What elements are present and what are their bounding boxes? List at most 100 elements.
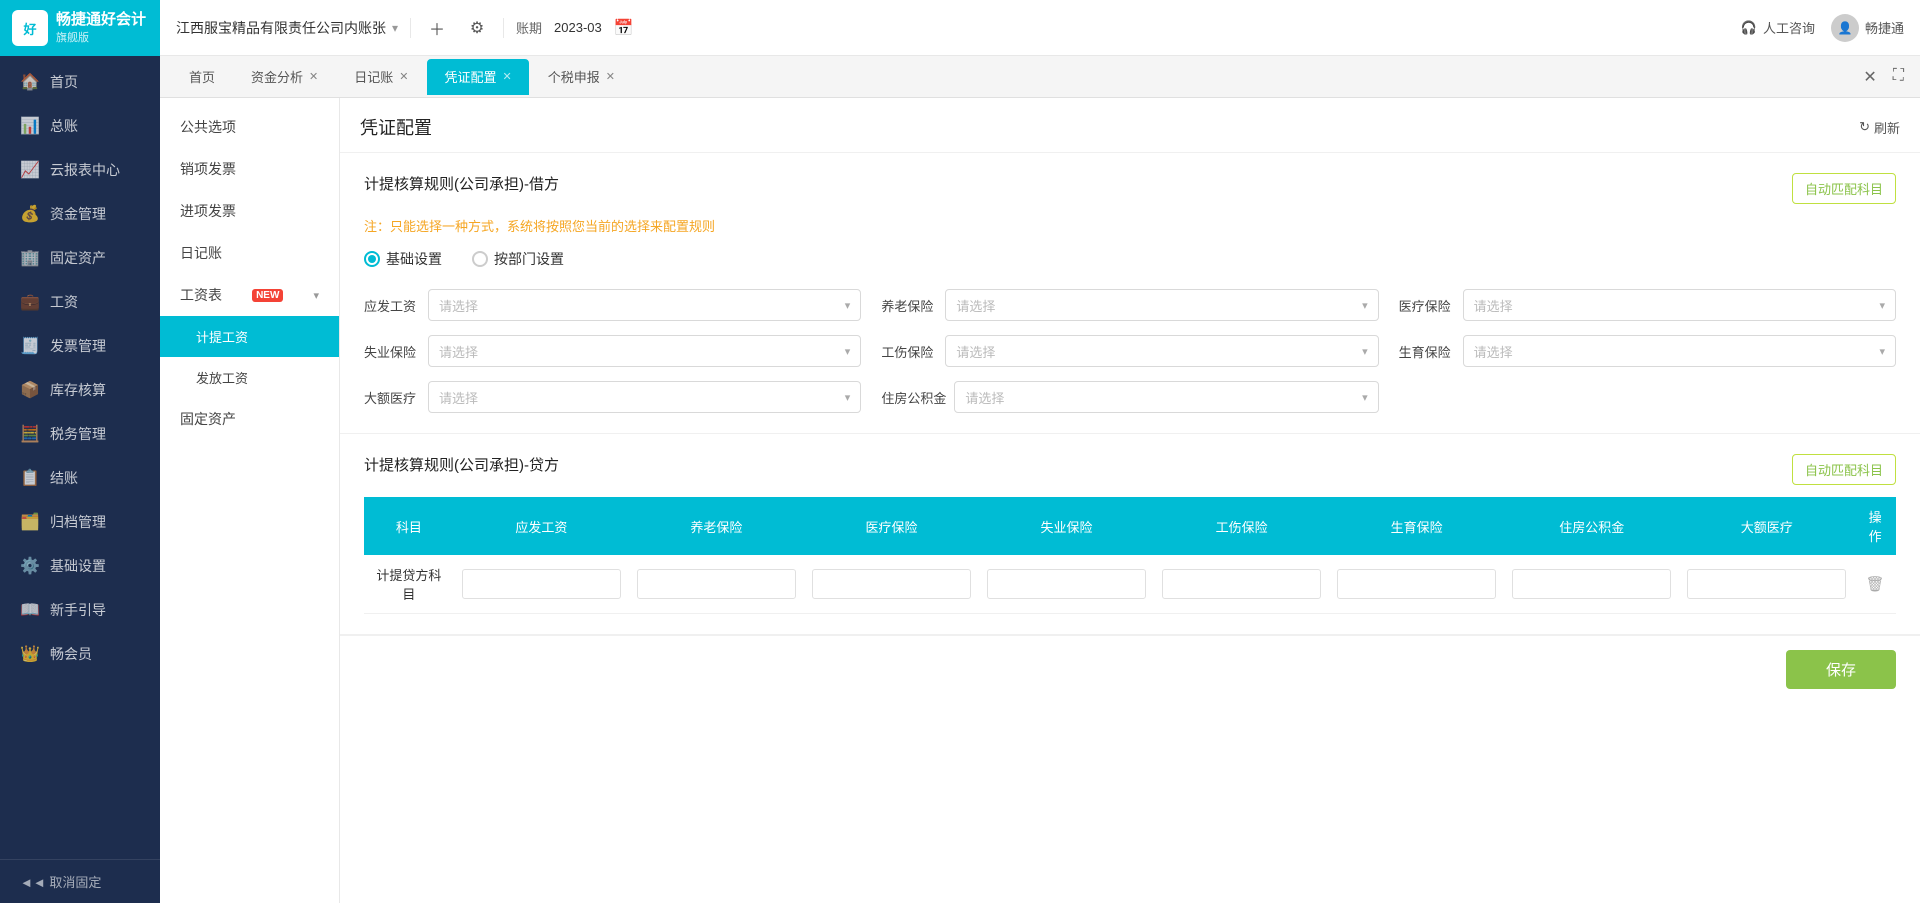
tab-日记账[interactable]: 日记账 ✕ xyxy=(337,59,425,95)
sidebar-item-库存核算[interactable]: 📦库存核算 xyxy=(0,368,160,412)
col-header-大额医疗: 大额医疗 xyxy=(1679,497,1854,555)
tab-个税申报[interactable]: 个税申报 ✕ xyxy=(531,59,632,95)
borrow-auto-match-button[interactable]: 自动匹配科目 xyxy=(1792,173,1896,204)
borrow-field-row: 住房公积金 请选择 ▾ xyxy=(881,381,1378,413)
sidebar-item-工资[interactable]: 💼工资 xyxy=(0,280,160,324)
tab-close-icon[interactable]: ✕ xyxy=(399,70,408,83)
sidebar-item-固定资产[interactable]: 🏢固定资产 xyxy=(0,236,160,280)
sidebar-item-结账[interactable]: 📋结账 xyxy=(0,456,160,500)
select-placeholder: 请选择 xyxy=(439,296,478,315)
table-cell-3 xyxy=(979,555,1154,614)
menu-item-发放工资[interactable]: 发放工资 xyxy=(160,357,339,398)
menu-item-进项发票[interactable]: 进项发票 xyxy=(160,190,339,232)
sidebar-item-资金管理[interactable]: 💰资金管理 xyxy=(0,192,160,236)
nav-icon: 🏠 xyxy=(20,72,40,92)
field-select-住房公积金[interactable]: 请选择 ▾ xyxy=(954,381,1378,413)
field-label: 失业保险 xyxy=(364,342,420,361)
sidebar-item-发票管理[interactable]: 🧾发票管理 xyxy=(0,324,160,368)
cancel-fixed-button[interactable]: ◄◄ 取消固定 xyxy=(0,859,160,903)
borrow-field-row: 应发工资 请选择 ▾ xyxy=(364,289,861,321)
support-button[interactable]: 🎧 人工咨询 xyxy=(1741,18,1815,37)
tab-close-icon[interactable]: ✕ xyxy=(309,70,318,83)
sidebar-item-归档管理[interactable]: 🗂️归档管理 xyxy=(0,500,160,544)
cell-input-1[interactable] xyxy=(637,569,796,599)
menu-item-固定资产[interactable]: 固定资产 xyxy=(160,398,339,440)
field-select-大额医疗[interactable]: 请选择 ▾ xyxy=(428,381,861,413)
expand-button[interactable]: ⛶ xyxy=(1889,63,1908,91)
nav-label: 税务管理 xyxy=(50,424,106,444)
tabs-bar: 首页资金分析 ✕日记账 ✕凭证配置 ✕个税申报 ✕ ✕ ⛶ xyxy=(160,56,1920,98)
menu-item-计提工资[interactable]: 计提工资 xyxy=(160,316,339,357)
col-header-应发工资: 应发工资 xyxy=(454,497,629,555)
cell-input-3[interactable] xyxy=(987,569,1146,599)
menu-item-工资表[interactable]: 工资表 NEW ▾ xyxy=(160,274,339,316)
sidebar-item-新手引导[interactable]: 📖新手引导 xyxy=(0,588,160,632)
cell-input-2[interactable] xyxy=(812,569,971,599)
sidebar: 好 畅捷通好会计 旗舰版 🏠首页📊总账📈云报表中心💰资金管理🏢固定资产💼工资🧾发… xyxy=(0,0,160,903)
topbar-divider-1 xyxy=(410,18,411,38)
menu-item-公共选项[interactable]: 公共选项 xyxy=(160,106,339,148)
delete-cell: 🗑 xyxy=(1854,555,1896,614)
tab-close-icon[interactable]: ✕ xyxy=(503,70,512,83)
radio-department[interactable]: 按部门设置 xyxy=(472,249,564,269)
cell-input-4[interactable] xyxy=(1162,569,1321,599)
field-select-医疗保险[interactable]: 请选择 ▾ xyxy=(1463,289,1896,321)
delete-icon[interactable]: 🗑 xyxy=(1866,576,1885,593)
cell-input-6[interactable] xyxy=(1512,569,1671,599)
calendar-icon[interactable]: 📅 xyxy=(614,18,634,38)
sidebar-item-云报表中心[interactable]: 📈云报表中心 xyxy=(0,148,160,192)
page-header: 凭证配置 ↻ 刷新 xyxy=(340,98,1920,153)
tab-close-icon[interactable]: ✕ xyxy=(606,70,615,83)
borrow-fields-grid: 应发工资 请选择 ▾ 养老保险 请选择 ▾ 医疗保险 请选择 ▾ 失业保险 请选… xyxy=(364,289,1896,413)
period-value: 2023-03 xyxy=(554,20,602,35)
sidebar-item-首页[interactable]: 🏠首页 xyxy=(0,60,160,104)
nav-label: 库存核算 xyxy=(50,380,106,400)
sidebar-item-总账[interactable]: 📊总账 xyxy=(0,104,160,148)
menu-item-日记账[interactable]: 日记账 xyxy=(160,232,339,274)
close-tab-button[interactable]: ✕ xyxy=(1859,63,1880,91)
menu-label: 计提工资 xyxy=(196,327,248,346)
user-info[interactable]: 👤 畅捷通 xyxy=(1831,14,1904,42)
save-button[interactable]: 保存 xyxy=(1786,650,1896,689)
cell-input-5[interactable] xyxy=(1337,569,1496,599)
col-header-科目: 科目 xyxy=(364,497,454,555)
table-cell-4 xyxy=(1154,555,1329,614)
table-cell-5 xyxy=(1329,555,1504,614)
tab-资金分析[interactable]: 资金分析 ✕ xyxy=(234,59,335,95)
cell-input-0[interactable] xyxy=(462,569,621,599)
select-arrow-icon: ▾ xyxy=(845,299,851,312)
radio-basic[interactable]: 基础设置 xyxy=(364,249,442,269)
nav-icon: 📈 xyxy=(20,160,40,180)
field-select-生育保险[interactable]: 请选择 ▾ xyxy=(1463,335,1896,367)
sidebar-item-畅会员[interactable]: 👑畅会员 xyxy=(0,632,160,676)
field-select-工伤保险[interactable]: 请选择 ▾ xyxy=(945,335,1378,367)
field-select-失业保险[interactable]: 请选择 ▾ xyxy=(428,335,861,367)
topbar: 江西服宝精品有限责任公司内账张 ▾ ＋ ⚙ 账期 2023-03 📅 🎧 人工咨… xyxy=(160,0,1920,56)
field-label: 生育保险 xyxy=(1399,342,1455,361)
tab-label: 个税申报 xyxy=(548,67,600,86)
tab-凭证配置[interactable]: 凭证配置 ✕ xyxy=(427,59,528,95)
refresh-button[interactable]: ↻ 刷新 xyxy=(1859,118,1900,137)
sidebar-item-税务管理[interactable]: 🧮税务管理 xyxy=(0,412,160,456)
settings-button[interactable]: ⚙ xyxy=(463,14,491,42)
nav-label: 结账 xyxy=(50,468,78,488)
menu-item-销项发票[interactable]: 销项发票 xyxy=(160,148,339,190)
nav-icon: 🏢 xyxy=(20,248,40,268)
field-label: 应发工资 xyxy=(364,296,420,315)
field-select-养老保险[interactable]: 请选择 ▾ xyxy=(945,289,1378,321)
field-select-应发工资[interactable]: 请选择 ▾ xyxy=(428,289,861,321)
borrow-field-row: 大额医疗 请选择 ▾ xyxy=(364,381,861,413)
sidebar-item-基础设置[interactable]: ⚙️基础设置 xyxy=(0,544,160,588)
credit-auto-match-button[interactable]: 自动匹配科目 xyxy=(1792,454,1896,485)
company-select[interactable]: 江西服宝精品有限责任公司内账张 ▾ xyxy=(176,18,398,38)
main-content: 凭证配置 ↻ 刷新 计提核算规则(公司承担)-借方 自动匹配科目 注：只能选择一… xyxy=(340,98,1920,903)
add-button[interactable]: ＋ xyxy=(423,14,451,42)
cell-input-7[interactable] xyxy=(1687,569,1846,599)
credit-table: 科目应发工资养老保险医疗保险失业保险工伤保险生育保险住房公积金大额医疗操作 计提… xyxy=(364,497,1896,614)
user-label: 畅捷通 xyxy=(1865,18,1904,37)
borrow-field-row: 医疗保险 请选择 ▾ xyxy=(1399,289,1896,321)
tab-首页[interactable]: 首页 xyxy=(172,59,232,95)
col-header-生育保险: 生育保险 xyxy=(1329,497,1504,555)
field-label: 医疗保险 xyxy=(1399,296,1455,315)
new-badge: NEW xyxy=(252,289,283,302)
